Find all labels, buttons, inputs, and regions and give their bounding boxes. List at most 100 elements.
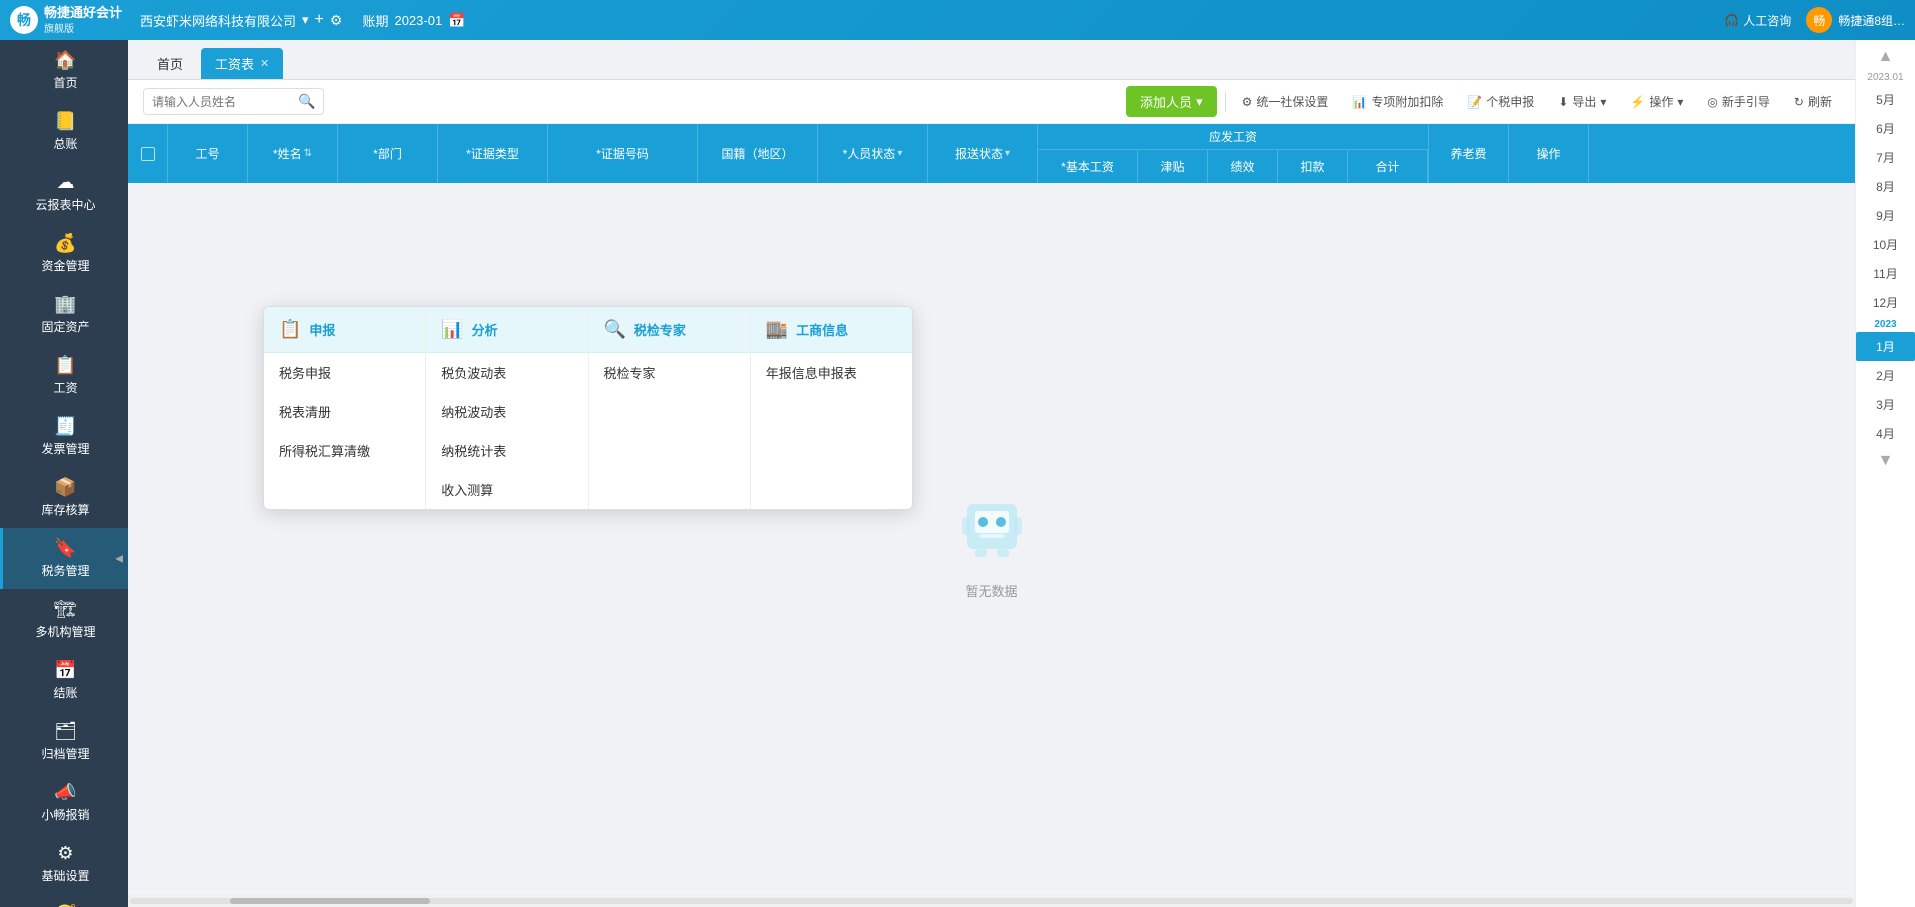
cal-year-2023: 2023 — [1874, 317, 1896, 332]
sidebar-item-multiorg[interactable]: 🏗 多机构管理 — [0, 589, 128, 650]
logo-icon: 畅 — [10, 6, 38, 34]
th-id-no: *证据号码 — [548, 124, 698, 183]
ledger-icon: 📒 — [54, 111, 76, 132]
select-all-checkbox[interactable] — [141, 147, 155, 161]
popup-item-tax-burden[interactable]: 税负波动表 — [426, 353, 587, 392]
add-person-label: 添加人员 — [1140, 92, 1192, 111]
cal-month-4[interactable]: 4月 — [1856, 419, 1915, 448]
sidebar-item-marketing[interactable]: 📣 小畅报销 — [0, 772, 128, 833]
report-filter-icon[interactable]: ▾ — [1005, 148, 1010, 159]
popup-header-declare: 📋 申报 — [264, 307, 425, 353]
popup-item-annual-tax[interactable]: 所得税汇算清缴 — [264, 431, 425, 470]
logo-subtitle: 旗舰版 — [44, 20, 122, 35]
calendar-icon[interactable]: 📅 — [448, 12, 465, 29]
cal-month-6[interactable]: 6月 — [1856, 114, 1915, 143]
th-checkbox[interactable] — [128, 124, 168, 183]
tax-declare-button[interactable]: 📝 个税申报 — [1459, 89, 1542, 114]
sidebar-label-multiorg: 多机构管理 — [35, 623, 95, 640]
tab-payroll[interactable]: 工资表 ✕ — [201, 48, 283, 79]
cal-month-9[interactable]: 9月 — [1856, 201, 1915, 230]
company-dropdown-icon[interactable]: ▾ — [302, 12, 309, 28]
add-company-icon[interactable]: + — [315, 11, 324, 29]
social-insurance-button[interactable]: ⚙ 统一社保设置 — [1234, 89, 1337, 114]
biz-header-label: 工商信息 — [796, 320, 848, 339]
period-selector[interactable]: 账期 2023-01 📅 — [362, 11, 465, 30]
name-sort-icon[interactable]: ⇅ — [304, 148, 312, 159]
sidebar-item-assets[interactable]: 🏢 固定资产 — [0, 284, 128, 345]
popup-item-tax-stats[interactable]: 纳税统计表 — [426, 431, 587, 470]
sidebar-label-home: 首页 — [53, 74, 77, 91]
company-selector[interactable]: 西安虾米网络科技有限公司 ▾ + ⚙ — [140, 11, 342, 30]
sidebar-item-close[interactable]: 📅 结账 — [0, 650, 128, 711]
popup-item-expert[interactable]: 税检专家 — [589, 353, 750, 392]
top-bar: 畅 畅捷通好会计 旗舰版 西安虾米网络科技有限公司 ▾ + ⚙ 账期 2023-… — [0, 0, 1915, 40]
search-input[interactable] — [152, 95, 292, 109]
cal-month-1[interactable]: 1月 — [1856, 332, 1915, 361]
cal-month-3[interactable]: 3月 — [1856, 390, 1915, 419]
cal-month-8[interactable]: 8月 — [1856, 172, 1915, 201]
sidebar-label-inventory: 库存核算 — [41, 501, 89, 518]
sidebar-item-inventory[interactable]: 📦 库存核算 — [0, 467, 128, 528]
close-period-icon: 📅 — [54, 660, 76, 681]
scrollbar-track[interactable] — [130, 898, 1853, 904]
scrollbar-thumb[interactable] — [230, 898, 430, 904]
main-layout: 🏠 首页 📒 总账 ☁ 云报表中心 💰 资金管理 🏢 固定资产 📋 工资 🧾 发… — [0, 40, 1915, 907]
sidebar-item-payroll[interactable]: 📋 工资 — [0, 345, 128, 406]
sidebar-item-cloud[interactable]: ☁ 云报表中心 — [0, 162, 128, 223]
sidebar-item-invoice[interactable]: 🧾 发票管理 — [0, 406, 128, 467]
popup-header-expert: 🔍 税检专家 — [589, 307, 750, 353]
popup-item-tax-declare[interactable]: 税务申报 — [264, 353, 425, 392]
cal-month-7[interactable]: 7月 — [1856, 143, 1915, 172]
sidebar-item-tax[interactable]: 🔖 税务管理 ◀ — [0, 528, 128, 589]
period-label: 账期 — [362, 11, 388, 30]
sidebar-item-ledger[interactable]: 📒 总账 — [0, 101, 128, 162]
export-button[interactable]: ⬇ 导出 ▾ — [1550, 89, 1614, 114]
add-btn-dropdown-icon: ▾ — [1196, 94, 1203, 110]
sidebar-item-funds[interactable]: 💰 资金管理 — [0, 223, 128, 284]
empty-state: 暂无数据 — [128, 183, 1855, 895]
cal-nav-down[interactable]: ▼ — [1856, 448, 1915, 474]
headset-icon: 🎧 — [1724, 13, 1739, 27]
tab-close-icon[interactable]: ✕ — [260, 57, 269, 70]
user-menu[interactable]: 畅 畅捷通8组… — [1806, 7, 1905, 33]
refresh-button[interactable]: ↻ 刷新 — [1786, 89, 1840, 114]
sidebar-item-archive[interactable]: 🗂 归档管理 — [0, 711, 128, 772]
add-person-button[interactable]: 添加人员 ▾ — [1126, 86, 1217, 117]
username: 畅捷通8组… — [1838, 12, 1905, 29]
cal-month-11[interactable]: 11月 — [1856, 259, 1915, 288]
declare-header-icon: 📋 — [279, 319, 301, 340]
h-scrollbar[interactable] — [128, 895, 1855, 907]
special-deduction-button[interactable]: 📊 专项附加扣除 — [1344, 89, 1451, 114]
sidebar-label-settings: 基础设置 — [41, 867, 89, 884]
popup-col-expert: 🔍 税检专家 税检专家 — [588, 307, 750, 509]
cal-month-10[interactable]: 10月 — [1856, 230, 1915, 259]
service-label: 人工咨询 — [1743, 12, 1791, 29]
tab-home[interactable]: 首页 — [143, 48, 197, 79]
popup-item-tax-fluctuation[interactable]: 纳税波动表 — [426, 392, 587, 431]
sidebar-label-invoice: 发票管理 — [41, 440, 89, 457]
guide-btn-icon: ◎ — [1707, 95, 1717, 109]
operation-button[interactable]: ⚡ 操作 ▾ — [1622, 89, 1691, 114]
payroll-icon: 📋 — [54, 355, 76, 376]
cal-month-12[interactable]: 12月 — [1856, 288, 1915, 317]
service-button[interactable]: 🎧 人工咨询 — [1724, 12, 1791, 29]
sidebar-item-home[interactable]: 🏠 首页 — [0, 40, 128, 101]
settings-icon[interactable]: ⚙ — [330, 12, 343, 29]
cal-nav-up[interactable]: ▲ — [1856, 44, 1915, 70]
search-box[interactable]: 🔍 — [143, 88, 324, 115]
popup-item-tax-schedule[interactable]: 税表清册 — [264, 392, 425, 431]
sidebar-item-guide[interactable]: 🧭 新手引导 — [0, 894, 128, 907]
popup-item-income-calc[interactable]: 收入测算 — [426, 470, 587, 509]
guide-button[interactable]: ◎ 新手引导 — [1699, 89, 1778, 114]
status-filter-icon[interactable]: ▾ — [897, 148, 902, 159]
popup-item-annual-report[interactable]: 年报信息申报表 — [751, 353, 912, 392]
popup-col-declare: 📋 申报 税务申报 税表清册 所得税汇算清缴 — [264, 307, 425, 509]
tax-icon: 🔖 — [54, 538, 76, 559]
cal-month-5[interactable]: 5月 — [1856, 85, 1915, 114]
cal-month-2[interactable]: 2月 — [1856, 361, 1915, 390]
sidebar-label-assets: 固定资产 — [41, 318, 89, 335]
sidebar-item-settings[interactable]: ⚙ 基础设置 — [0, 833, 128, 894]
special-icon: 📊 — [1352, 95, 1367, 109]
tab-bar: 首页 工资表 ✕ — [128, 40, 1855, 80]
sidebar-label-ledger: 总账 — [53, 135, 77, 152]
